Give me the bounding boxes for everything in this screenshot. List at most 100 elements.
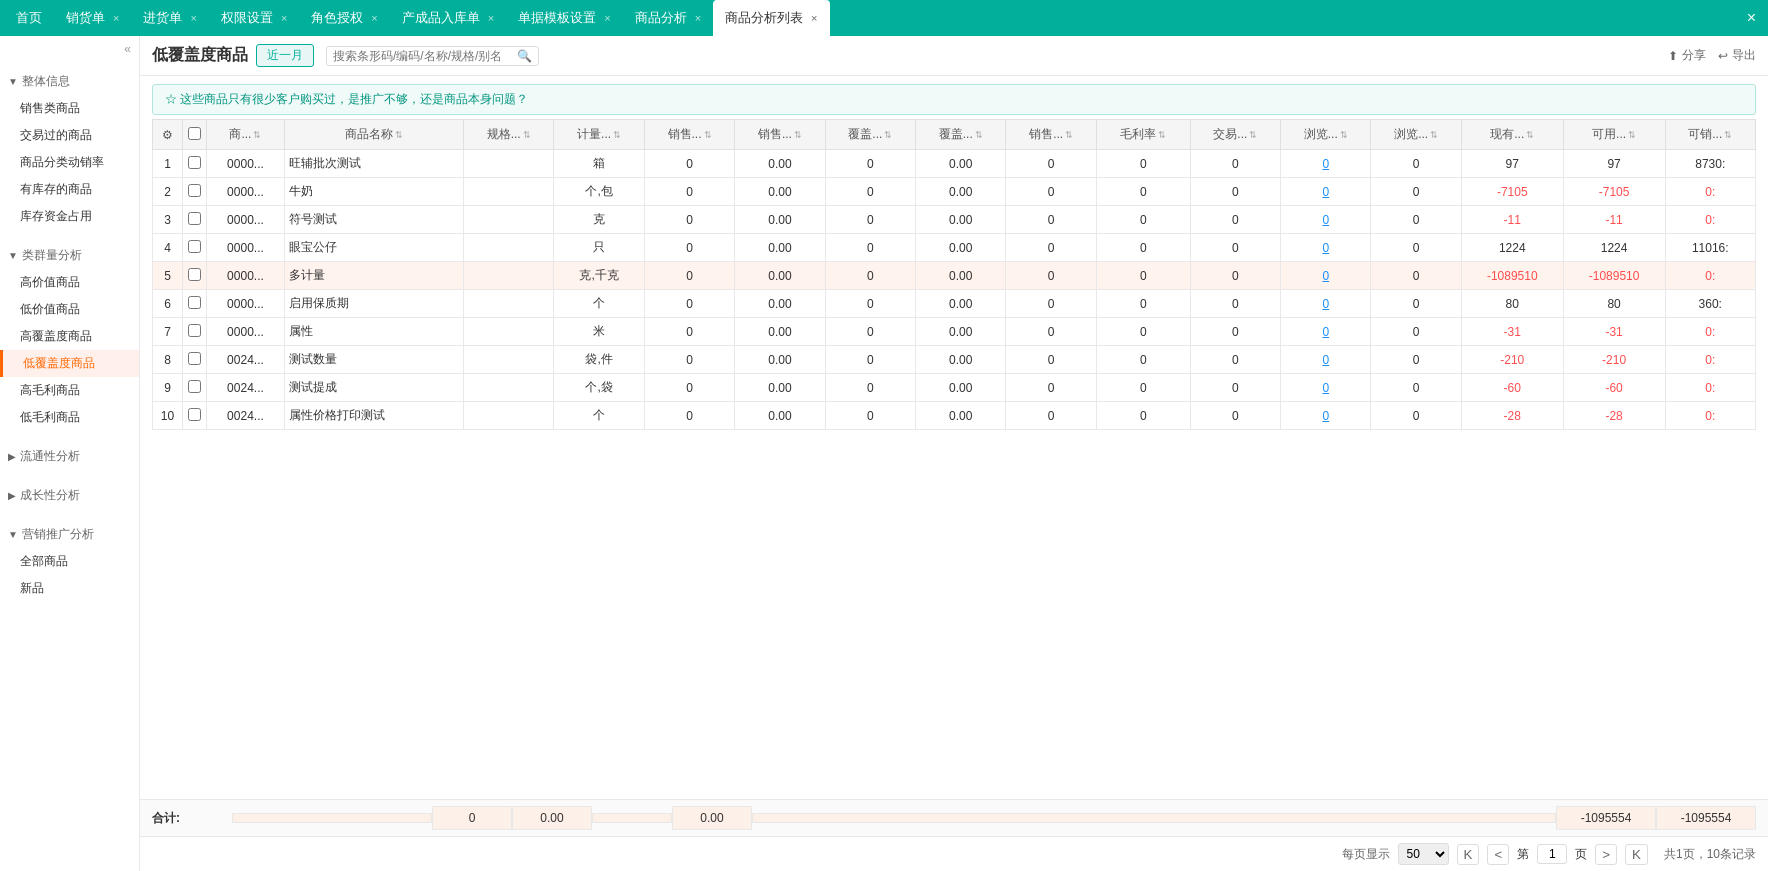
sidebar-group-overall[interactable]: ▼ 整体信息 [0, 68, 139, 95]
row-checkbox[interactable] [188, 380, 201, 393]
nav-purchase-close[interactable]: × [190, 12, 196, 24]
cell-sale-other: 0 [1006, 318, 1096, 346]
sidebar-item-high-gross[interactable]: 高毛利商品 [0, 377, 139, 404]
arrow-icon-5: ▼ [8, 529, 18, 540]
nav-roles[interactable]: 角色授权 × [299, 0, 389, 36]
sidebar-item-category-rate[interactable]: 商品分类动销率 [0, 149, 139, 176]
nav-purchase[interactable]: 进货单 × [131, 0, 208, 36]
cell-browse1[interactable]: 0 [1281, 150, 1371, 178]
nav-permissions-close[interactable]: × [281, 12, 287, 24]
row-checkbox[interactable] [188, 184, 201, 197]
sidebar-collapse-button[interactable]: « [0, 36, 139, 62]
window-close-button[interactable]: × [1739, 9, 1764, 27]
nav-products-in-close[interactable]: × [488, 12, 494, 24]
search-box[interactable]: 🔍 [326, 46, 539, 66]
share-button[interactable]: ⬆ 分享 [1668, 47, 1706, 64]
row-checkbox[interactable] [188, 156, 201, 169]
row-checkbox[interactable] [188, 212, 201, 225]
cell-browse1[interactable]: 0 [1281, 234, 1371, 262]
search-icon[interactable]: 🔍 [517, 49, 532, 63]
nav-product-analysis[interactable]: 商品分析 × [623, 0, 713, 36]
data-table-container[interactable]: ⚙ 商...⇅ 商品名称⇅ 规格...⇅ 计量...⇅ 销售...⇅ 销售...… [152, 119, 1756, 799]
th-checkbox[interactable] [183, 120, 207, 150]
browse-link[interactable]: 0 [1322, 297, 1329, 311]
nav-products-in[interactable]: 产成品入库单 × [390, 0, 506, 36]
browse-link[interactable]: 0 [1322, 269, 1329, 283]
sidebar-item-low-value[interactable]: 低价值商品 [0, 296, 139, 323]
sidebar-item-stock-capital[interactable]: 库存资金占用 [0, 203, 139, 230]
cell-browse1[interactable]: 0 [1281, 178, 1371, 206]
last-page-button[interactable]: K [1625, 844, 1648, 865]
row-checkbox[interactable] [188, 240, 201, 253]
browse-link[interactable]: 0 [1322, 325, 1329, 339]
browse-link[interactable]: 0 [1322, 409, 1329, 423]
sidebar-item-high-coverage[interactable]: 高覆盖度商品 [0, 323, 139, 350]
row-checkbox[interactable] [188, 268, 201, 281]
cell-checkbox[interactable] [183, 150, 207, 178]
prev-page-button[interactable]: < [1487, 844, 1509, 865]
cell-browse1[interactable]: 0 [1281, 318, 1371, 346]
cell-browse1[interactable]: 0 [1281, 402, 1371, 430]
sidebar-growth-section: ▶ 成长性分析 [0, 476, 139, 515]
sidebar-item-in-stock[interactable]: 有库存的商品 [0, 176, 139, 203]
sidebar-item-high-value[interactable]: 高价值商品 [0, 269, 139, 296]
sidebar-item-new-products[interactable]: 新品 [0, 575, 139, 602]
cell-browse1[interactable]: 0 [1281, 290, 1371, 318]
cell-checkbox[interactable] [183, 374, 207, 402]
sidebar-group-growth[interactable]: ▶ 成长性分析 [0, 482, 139, 509]
browse-link[interactable]: 0 [1322, 241, 1329, 255]
cell-checkbox[interactable] [183, 262, 207, 290]
select-all-checkbox[interactable] [188, 127, 201, 140]
page-size-select[interactable]: 50 100 [1398, 843, 1449, 865]
page-number-input[interactable] [1537, 844, 1567, 864]
nav-sales[interactable]: 销货单 × [54, 0, 131, 36]
cell-browse1[interactable]: 0 [1281, 262, 1371, 290]
nav-product-analysis-list-close[interactable]: × [811, 12, 817, 24]
row-checkbox[interactable] [188, 352, 201, 365]
row-checkbox[interactable] [188, 296, 201, 309]
sidebar-item-low-coverage[interactable]: 低覆盖度商品 [0, 350, 139, 377]
browse-link[interactable]: 0 [1322, 185, 1329, 199]
cell-checkbox[interactable] [183, 318, 207, 346]
nav-sales-close[interactable]: × [113, 12, 119, 24]
sidebar-item-low-gross[interactable]: 低毛利商品 [0, 404, 139, 431]
search-input[interactable] [333, 49, 513, 63]
row-checkbox[interactable] [188, 324, 201, 337]
cell-gross-rate: 0 [1096, 262, 1190, 290]
first-page-button[interactable]: K [1457, 844, 1480, 865]
nav-template-settings[interactable]: 单据模板设置 × [506, 0, 622, 36]
nav-permissions[interactable]: 权限设置 × [209, 0, 299, 36]
sidebar-item-traded-products[interactable]: 交易过的商品 [0, 122, 139, 149]
row-checkbox[interactable] [188, 408, 201, 421]
cell-browse1[interactable]: 0 [1281, 346, 1371, 374]
sidebar-item-sales-products[interactable]: 销售类商品 [0, 95, 139, 122]
cell-checkbox[interactable] [183, 290, 207, 318]
export-button[interactable]: ↩ 导出 [1718, 47, 1756, 64]
cell-checkbox[interactable] [183, 402, 207, 430]
cell-browse1[interactable]: 0 [1281, 374, 1371, 402]
browse-link[interactable]: 0 [1322, 157, 1329, 171]
nav-template-settings-close[interactable]: × [604, 12, 610, 24]
nav-product-analysis-list[interactable]: 商品分析列表 × [713, 0, 829, 36]
header-actions: ⬆ 分享 ↩ 导出 [1668, 47, 1756, 64]
cell-checkbox[interactable] [183, 206, 207, 234]
nav-product-analysis-close[interactable]: × [695, 12, 701, 24]
next-page-button[interactable]: > [1595, 844, 1617, 865]
browse-link[interactable]: 0 [1322, 353, 1329, 367]
sidebar-group-circulation[interactable]: ▶ 流通性分析 [0, 443, 139, 470]
cell-checkbox[interactable] [183, 234, 207, 262]
cell-checkbox[interactable] [183, 346, 207, 374]
th-settings[interactable]: ⚙ [153, 120, 183, 150]
cell-spec [464, 206, 554, 234]
filter-recent-month-button[interactable]: 近一月 [256, 44, 314, 67]
browse-link[interactable]: 0 [1322, 381, 1329, 395]
cell-available-stock: -60 [1563, 374, 1665, 402]
cell-browse1[interactable]: 0 [1281, 206, 1371, 234]
sidebar-group-cluster[interactable]: ▼ 类群量分析 [0, 242, 139, 269]
sidebar-item-all-products[interactable]: 全部商品 [0, 548, 139, 575]
browse-link[interactable]: 0 [1322, 213, 1329, 227]
nav-home[interactable]: 首页 [4, 0, 54, 36]
cell-checkbox[interactable] [183, 178, 207, 206]
nav-roles-close[interactable]: × [371, 12, 377, 24]
sidebar-group-marketing[interactable]: ▼ 营销推广分析 [0, 521, 139, 548]
